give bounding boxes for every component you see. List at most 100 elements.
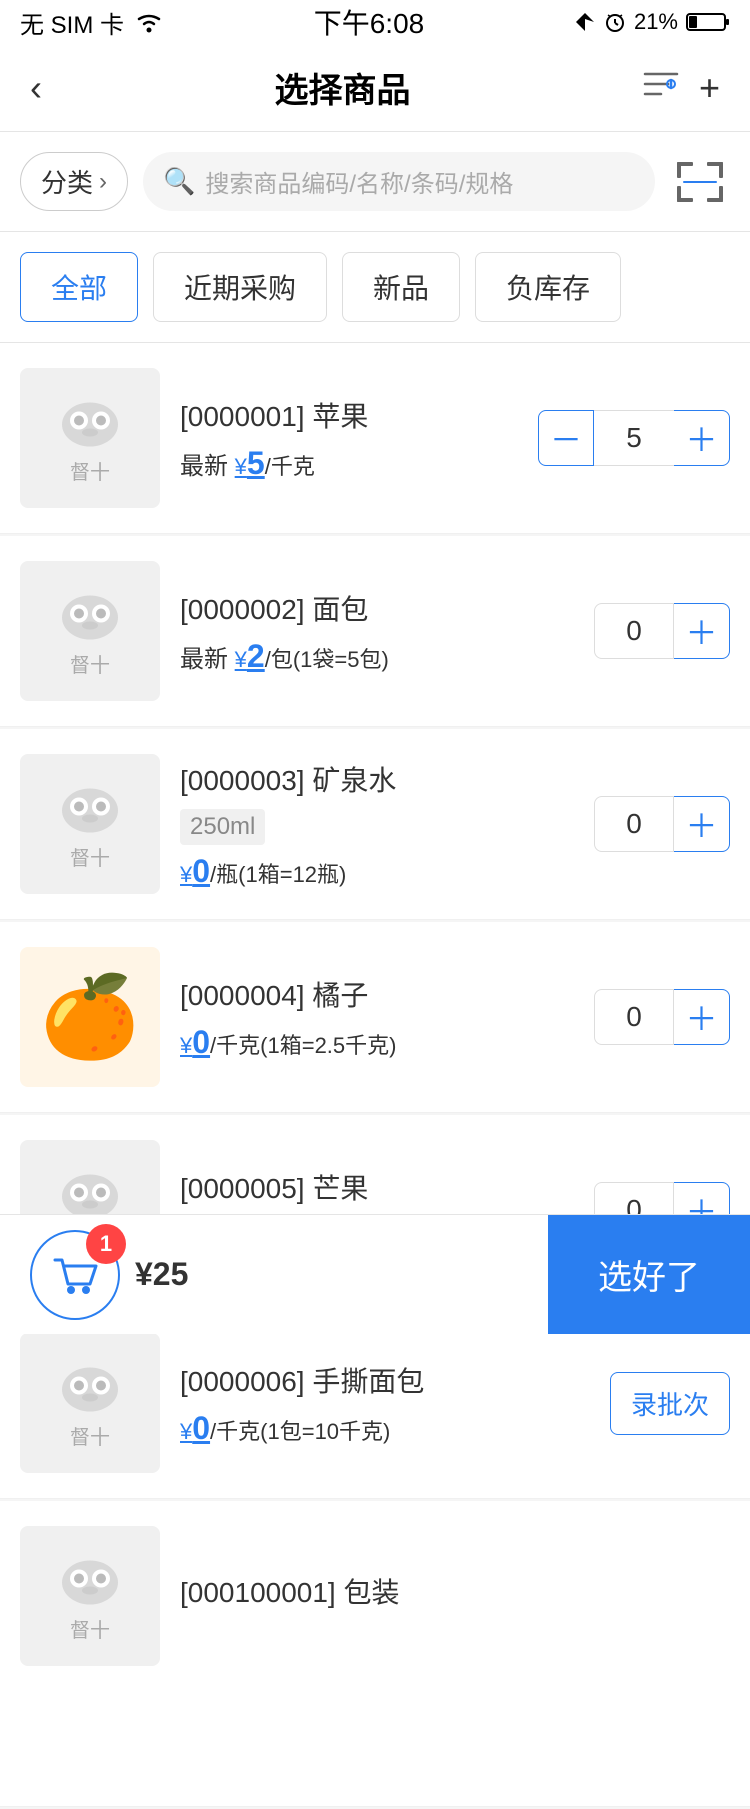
- cart-total: ¥25: [135, 1256, 188, 1293]
- owl-icon-3: [55, 778, 125, 838]
- product-info-4: [0000004] 橘子 ¥0/千克(1箱=2.5千克): [180, 974, 574, 1061]
- owl-text-6: 督十: [70, 1421, 110, 1450]
- plus-button-1[interactable]: ＋: [674, 410, 730, 466]
- quantity-input-2[interactable]: [594, 603, 674, 659]
- owl-text-7: 督十: [70, 1614, 110, 1643]
- product-image-4: 🍊: [20, 947, 160, 1087]
- nav-right: +: [643, 67, 720, 109]
- product-price-1: 最新 ¥5/千克: [180, 445, 518, 482]
- scan-icon: [675, 160, 725, 204]
- cart-badge: 1: [86, 1224, 126, 1264]
- product-image-6: 督十: [20, 1333, 160, 1473]
- status-left: 无 SIM 卡: [20, 5, 164, 40]
- product-spec-3: 250ml: [180, 809, 265, 845]
- owl-icon-6: [55, 1357, 125, 1417]
- cart-section: 1 ¥25: [0, 1230, 548, 1320]
- product-image-1: 督十: [20, 368, 160, 508]
- owl-logo-3: 督十: [55, 778, 125, 871]
- search-placeholder: 搜索商品编码/名称/条码/规格: [205, 164, 513, 199]
- owl-icon-2: [55, 585, 125, 645]
- price-value-2: 2: [247, 638, 265, 674]
- category-button[interactable]: 分类 ›: [20, 152, 128, 211]
- confirm-button[interactable]: 选好了: [548, 1215, 750, 1334]
- bottom-bar: 1 ¥25 选好了: [0, 1214, 750, 1334]
- product-name-4: [0000004] 橘子: [180, 974, 574, 1014]
- alarm-icon: [604, 11, 626, 33]
- quantity-control-4: ＋: [594, 989, 730, 1045]
- tab-all[interactable]: 全部: [20, 252, 138, 322]
- search-icon: 🔍: [163, 166, 195, 197]
- status-time: 下午6:08: [314, 2, 425, 42]
- back-button[interactable]: ‹: [30, 67, 42, 109]
- price-symbol-6: ¥: [180, 1419, 192, 1444]
- quantity-control-1: － ＋: [538, 410, 730, 466]
- quantity-input-4[interactable]: [594, 989, 674, 1045]
- plus-button-4[interactable]: ＋: [674, 989, 730, 1045]
- product-image-7: 督十: [20, 1526, 160, 1666]
- search-box[interactable]: 🔍 搜索商品编码/名称/条码/规格: [143, 152, 655, 211]
- product-list: 督十 [0000001] 苹果 最新 ¥5/千克 － ＋: [0, 343, 750, 1807]
- owl-logo-1: 督十: [55, 392, 125, 485]
- chevron-right-icon: ›: [99, 168, 107, 196]
- product-price-3: ¥0/瓶(1箱=12瓶): [180, 853, 574, 890]
- add-button[interactable]: +: [699, 67, 720, 109]
- price-value-1: 5: [247, 445, 265, 481]
- status-right: 21%: [574, 9, 730, 35]
- tab-negative-stock[interactable]: 负库存: [475, 252, 621, 322]
- product-name-6: [0000006] 手撕面包: [180, 1360, 590, 1400]
- category-label: 分类: [41, 163, 93, 200]
- product-item-1: 督十 [0000001] 苹果 最新 ¥5/千克 － ＋: [0, 343, 750, 534]
- price-symbol-4: ¥: [180, 1033, 192, 1058]
- product-price-6: ¥0/千克(1包=10千克): [180, 1410, 590, 1447]
- sim-status: 无 SIM 卡: [20, 5, 124, 40]
- plus-button-2[interactable]: ＋: [674, 603, 730, 659]
- price-symbol-2: ¥: [235, 647, 247, 672]
- product-info-6: [0000006] 手撕面包 ¥0/千克(1包=10千克): [180, 1360, 590, 1447]
- product-price-2: 最新 ¥2/包(1袋=5包): [180, 638, 574, 675]
- location-icon: [574, 11, 596, 33]
- product-name-5: [0000005] 芒果: [180, 1167, 574, 1207]
- price-symbol-1: ¥: [235, 454, 247, 479]
- batch-button-6[interactable]: 录批次: [610, 1372, 730, 1435]
- price-value-6: 0: [192, 1410, 210, 1446]
- product-image-3: 督十: [20, 754, 160, 894]
- quantity-control-2: ＋: [594, 603, 730, 659]
- price-symbol-3: ¥: [180, 862, 192, 887]
- tab-new[interactable]: 新品: [342, 252, 460, 322]
- product-name-1: [0000001] 苹果: [180, 395, 518, 435]
- owl-text-3: 督十: [70, 842, 110, 871]
- product-image-2: 督十: [20, 561, 160, 701]
- plus-button-3[interactable]: ＋: [674, 796, 730, 852]
- product-info-1: [0000001] 苹果 最新 ¥5/千克: [180, 395, 518, 482]
- product-name-3: [0000003] 矿泉水: [180, 759, 574, 799]
- owl-text-2: 督十: [70, 649, 110, 678]
- price-unit-4: /千克(1箱=2.5千克): [210, 1033, 396, 1058]
- product-item-4: 🍊 [0000004] 橘子 ¥0/千克(1箱=2.5千克) ＋: [0, 922, 750, 1113]
- product-info-2: [0000002] 面包 最新 ¥2/包(1袋=5包): [180, 588, 574, 675]
- product-item-2: 督十 [0000002] 面包 最新 ¥2/包(1袋=5包) ＋: [0, 536, 750, 727]
- product-price-4: ¥0/千克(1箱=2.5千克): [180, 1024, 574, 1061]
- product-item-6: 督十 [0000006] 手撕面包 ¥0/千克(1包=10千克) 录批次: [0, 1308, 750, 1499]
- tab-bar: 全部 近期采购 新品 负库存: [0, 232, 750, 343]
- cart-button[interactable]: 1: [30, 1230, 120, 1320]
- price-unit-6: /千克(1包=10千克): [210, 1419, 390, 1444]
- price-value-4: 0: [192, 1024, 210, 1060]
- filter-icon-button[interactable]: [643, 69, 679, 107]
- battery-icon: [686, 11, 730, 33]
- filter-icon: [643, 69, 679, 99]
- scan-button[interactable]: [670, 157, 730, 207]
- product-info-7: [000100001] 包装: [180, 1571, 730, 1621]
- product-info-3: [0000003] 矿泉水 250ml ¥0/瓶(1箱=12瓶): [180, 759, 574, 890]
- product-name-2: [0000002] 面包: [180, 588, 574, 628]
- nav-left: ‹: [30, 67, 42, 109]
- quantity-control-6: 录批次: [610, 1372, 730, 1435]
- quantity-input-1[interactable]: [594, 410, 674, 466]
- product-item-3: 督十 [0000003] 矿泉水 250ml ¥0/瓶(1箱=12瓶) ＋: [0, 729, 750, 920]
- owl-icon-7: [55, 1550, 125, 1610]
- tab-recent[interactable]: 近期采购: [153, 252, 327, 322]
- minus-button-1[interactable]: －: [538, 410, 594, 466]
- orange-image: 🍊: [20, 947, 160, 1087]
- quantity-input-3[interactable]: [594, 796, 674, 852]
- owl-text-1: 督十: [70, 456, 110, 485]
- owl-icon-1: [55, 392, 125, 452]
